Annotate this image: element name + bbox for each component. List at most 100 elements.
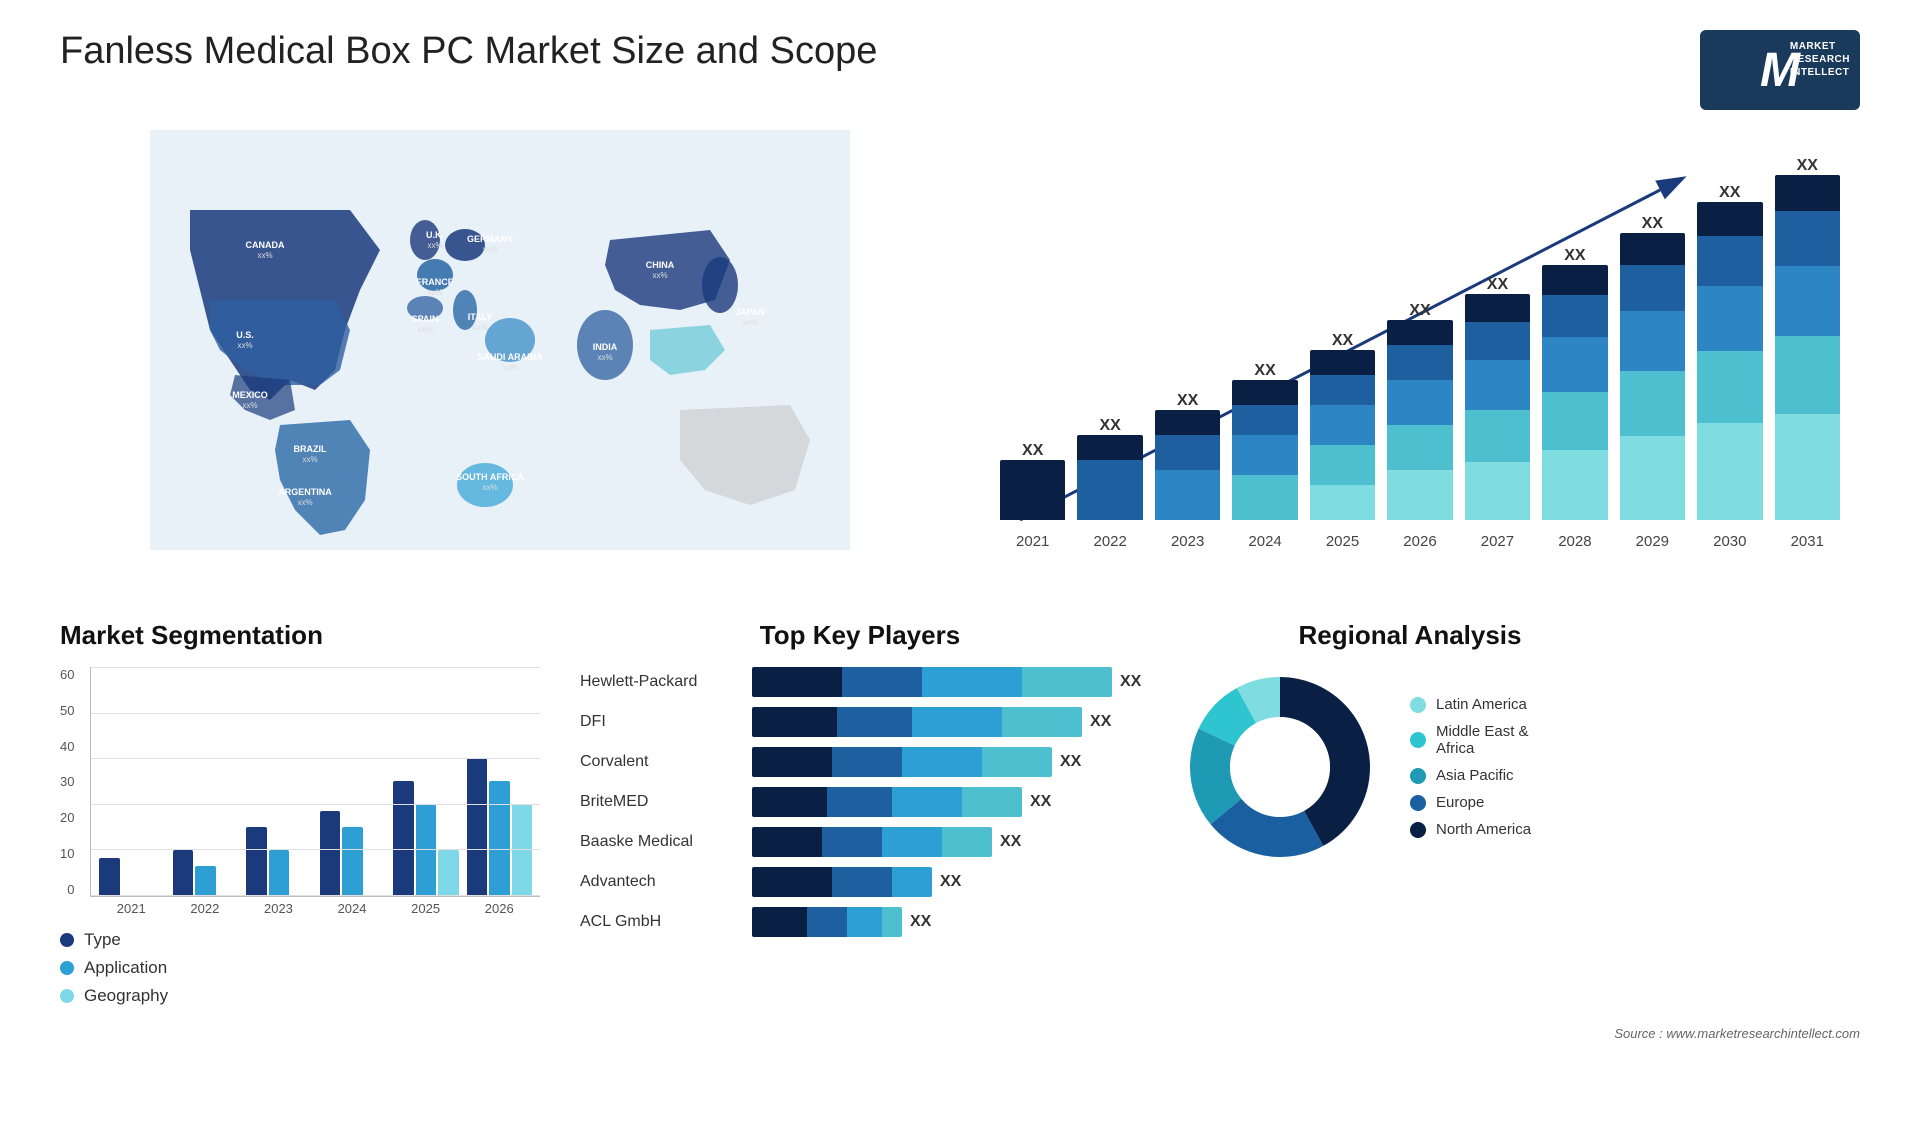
- latin-america-label: Latin America: [1436, 696, 1527, 713]
- legend-latin-america: Latin America: [1410, 696, 1531, 713]
- legend-europe: Europe: [1410, 794, 1531, 811]
- svg-text:xx%: xx%: [472, 323, 487, 332]
- world-map-svg: CANADA xx% U.S. xx% MEXICO xx% BRAZIL xx…: [60, 130, 940, 550]
- legend-asia-pacific: Asia Pacific: [1410, 767, 1531, 784]
- svg-text:xx%: xx%: [652, 271, 667, 280]
- seg-y-axis: 0 10 20 30 40 50 60: [60, 667, 80, 897]
- svg-text:xx%: xx%: [742, 318, 757, 327]
- logo-text: MARKETRESEARCHINTELLECT: [1790, 40, 1850, 79]
- seg-legend-geo: Geography: [60, 986, 540, 1006]
- seg-legend-app: Application: [60, 958, 540, 978]
- bar-group-2027: XX: [1465, 276, 1530, 520]
- header: Fanless Medical Box PC Market Size and S…: [60, 30, 1860, 110]
- donut-svg: [1180, 667, 1380, 867]
- bar-group-2029: XX: [1620, 215, 1685, 520]
- svg-text:CHINA: CHINA: [646, 260, 675, 270]
- svg-text:ARGENTINA: ARGENTINA: [278, 487, 332, 497]
- bar-chart-bars: XX XX XX: [980, 160, 1860, 520]
- svg-text:GERMANY: GERMANY: [467, 234, 513, 244]
- seg-x-labels: 2021 2022 2023 2024 2025 2026: [90, 897, 540, 916]
- logo-area: M MARKETRESEARCHINTELLECT: [1700, 30, 1860, 110]
- svg-text:BRAZIL: BRAZIL: [294, 444, 327, 454]
- source-line: Source : www.marketresearchintellect.com: [60, 1026, 1860, 1041]
- players-container: Top Key Players Hewlett-Packard XX: [580, 620, 1140, 937]
- geo-dot: [60, 989, 74, 1003]
- svg-text:xx%: xx%: [427, 241, 442, 250]
- bar-group-2021: XX: [1000, 442, 1065, 520]
- svg-text:xx%: xx%: [417, 325, 432, 334]
- player-row-baaske: Baaske Medical XX: [580, 827, 1140, 857]
- players-list: Hewlett-Packard XX DFI: [580, 667, 1140, 937]
- svg-text:U.S.: U.S.: [236, 330, 254, 340]
- player-row-acl: ACL GmbH XX: [580, 907, 1140, 937]
- bar-chart-container: XX XX XX: [980, 130, 1860, 590]
- bar-group-2022: XX: [1077, 417, 1142, 520]
- seg-chart-with-axis: 0 10 20 30 40 50 60: [60, 667, 540, 916]
- legend-middle-east-africa: Middle East &Africa: [1410, 723, 1531, 757]
- app-label: Application: [84, 958, 167, 978]
- bar-group-2028: XX: [1542, 247, 1607, 520]
- seg-bar-group-2022: [173, 667, 238, 896]
- europe-dot: [1410, 795, 1426, 811]
- europe-label: Europe: [1436, 794, 1484, 811]
- bottom-section: Market Segmentation 0 10 20 30 40 50 60: [60, 620, 1860, 1006]
- geo-label: Geography: [84, 986, 168, 1006]
- segmentation-title: Market Segmentation: [60, 620, 540, 651]
- svg-text:SOUTH AFRICA: SOUTH AFRICA: [456, 472, 524, 482]
- seg-bars-wrapper: 2021 2022 2023 2024 2025 2026: [90, 667, 540, 916]
- svg-text:INDIA: INDIA: [593, 342, 618, 352]
- svg-text:xx%: xx%: [297, 498, 312, 507]
- player-row-dfi: DFI XX: [580, 707, 1140, 737]
- segmentation-container: Market Segmentation 0 10 20 30 40 50 60: [60, 620, 540, 1006]
- seg-bar-group-2024: [320, 667, 385, 896]
- latin-america-dot: [1410, 697, 1426, 713]
- regional-content: Latin America Middle East &Africa Asia P…: [1180, 667, 1640, 867]
- app-dot: [60, 961, 74, 975]
- north-america-dot: [1410, 822, 1426, 838]
- seg-bar-group-2021: [99, 667, 164, 896]
- svg-text:xx%: xx%: [427, 288, 442, 297]
- svg-text:SAUDI ARABIA: SAUDI ARABIA: [477, 352, 543, 362]
- seg-bar-group-2023: [246, 667, 311, 896]
- svg-text:MEXICO: MEXICO: [232, 390, 268, 400]
- players-title: Top Key Players: [580, 620, 1140, 651]
- asia-pacific-dot: [1410, 768, 1426, 784]
- bar-group-2031: XX: [1775, 157, 1840, 520]
- seg-bar-group-2026: [467, 667, 532, 896]
- seg-bar-type: [99, 858, 119, 896]
- svg-text:JAPAN: JAPAN: [735, 307, 765, 317]
- regional-legend: Latin America Middle East &Africa Asia P…: [1410, 696, 1531, 838]
- donut-chart: [1180, 667, 1380, 867]
- top-section: CANADA xx% U.S. xx% MEXICO xx% BRAZIL xx…: [60, 130, 1860, 590]
- seg-bar-group-2025: [393, 667, 458, 896]
- seg-legend: Type Application Geography: [60, 930, 540, 1006]
- svg-text:SPAIN: SPAIN: [412, 314, 439, 324]
- svg-text:xx%: xx%: [597, 353, 612, 362]
- bar-x-axis: 2021 2022 2023 2024 2025 2026 2027 2028 …: [980, 527, 1860, 550]
- bar-group-2024: XX: [1232, 362, 1297, 520]
- svg-text:xx%: xx%: [482, 483, 497, 492]
- svg-text:U.K.: U.K.: [426, 230, 444, 240]
- regional-container: Regional Analysis: [1180, 620, 1640, 867]
- asia-pacific-label: Asia Pacific: [1436, 767, 1514, 784]
- legend-north-america: North America: [1410, 821, 1531, 838]
- page-wrapper: Fanless Medical Box PC Market Size and S…: [0, 0, 1920, 1146]
- player-row-hp: Hewlett-Packard XX: [580, 667, 1140, 697]
- north-america-label: North America: [1436, 821, 1531, 838]
- map-container: CANADA xx% U.S. xx% MEXICO xx% BRAZIL xx…: [60, 130, 940, 590]
- logo-box: M MARKETRESEARCHINTELLECT: [1700, 30, 1860, 110]
- svg-text:FRANCE: FRANCE: [416, 277, 454, 287]
- regional-title: Regional Analysis: [1180, 620, 1640, 651]
- player-row-corvalent: Corvalent XX: [580, 747, 1140, 777]
- player-row-britemed: BriteMED XX: [580, 787, 1140, 817]
- middle-east-africa-dot: [1410, 732, 1426, 748]
- middle-east-africa-label: Middle East &Africa: [1436, 723, 1529, 757]
- canada-label: CANADA: [246, 240, 285, 250]
- svg-text:ITALY: ITALY: [468, 312, 493, 322]
- svg-text:xx%: xx%: [257, 251, 272, 260]
- bar-group-2023: XX: [1155, 392, 1220, 520]
- svg-text:xx%: xx%: [242, 401, 257, 410]
- bar-group-2025: XX: [1310, 332, 1375, 520]
- bar-group-2026: XX: [1387, 302, 1452, 520]
- type-dot: [60, 933, 74, 947]
